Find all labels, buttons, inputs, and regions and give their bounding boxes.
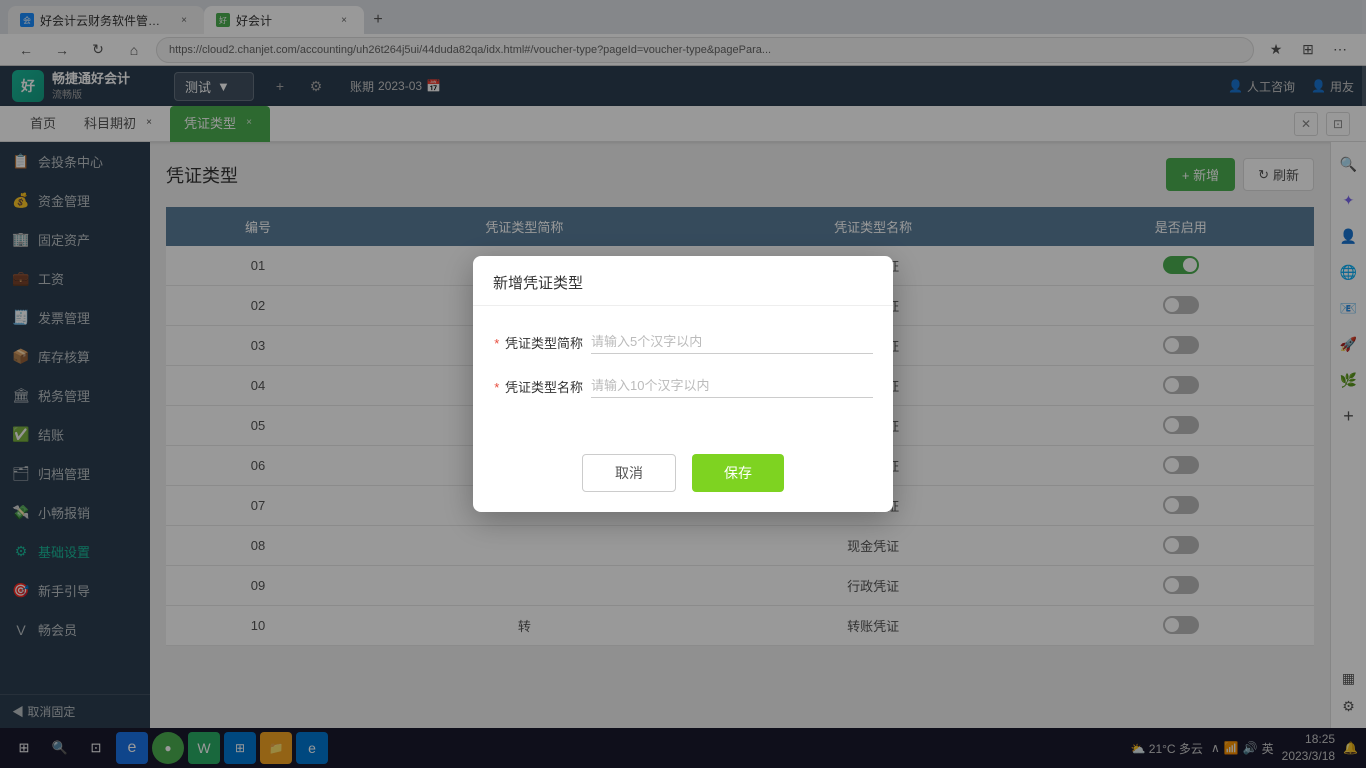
modal-body: * 凭证类型简称 * 凭证类型名称 bbox=[473, 306, 893, 442]
modal-header: 新增凭证类型 bbox=[473, 256, 893, 306]
modal-overlay: 新增凭证类型 * 凭证类型简称 * 凭证类型名称 取消 bbox=[0, 0, 1366, 768]
abbr-row: * 凭证类型简称 bbox=[493, 330, 873, 354]
save-label: 保存 bbox=[724, 465, 752, 481]
modal-title: 新增凭证类型 bbox=[493, 275, 583, 292]
name-row: * 凭证类型名称 bbox=[493, 374, 873, 398]
modal-footer: 取消 保存 bbox=[473, 442, 893, 512]
new-voucher-type-modal: 新增凭证类型 * 凭证类型简称 * 凭证类型名称 取消 bbox=[473, 256, 893, 512]
name-label: * 凭证类型名称 bbox=[493, 377, 583, 396]
name-input[interactable] bbox=[591, 374, 873, 398]
abbr-required: * bbox=[494, 336, 499, 351]
name-required: * bbox=[494, 380, 499, 395]
save-button[interactable]: 保存 bbox=[692, 454, 784, 492]
cancel-label: 取消 bbox=[615, 465, 643, 481]
abbr-label: * 凭证类型简称 bbox=[493, 333, 583, 352]
cancel-button[interactable]: 取消 bbox=[582, 454, 676, 492]
abbr-input[interactable] bbox=[591, 330, 873, 354]
